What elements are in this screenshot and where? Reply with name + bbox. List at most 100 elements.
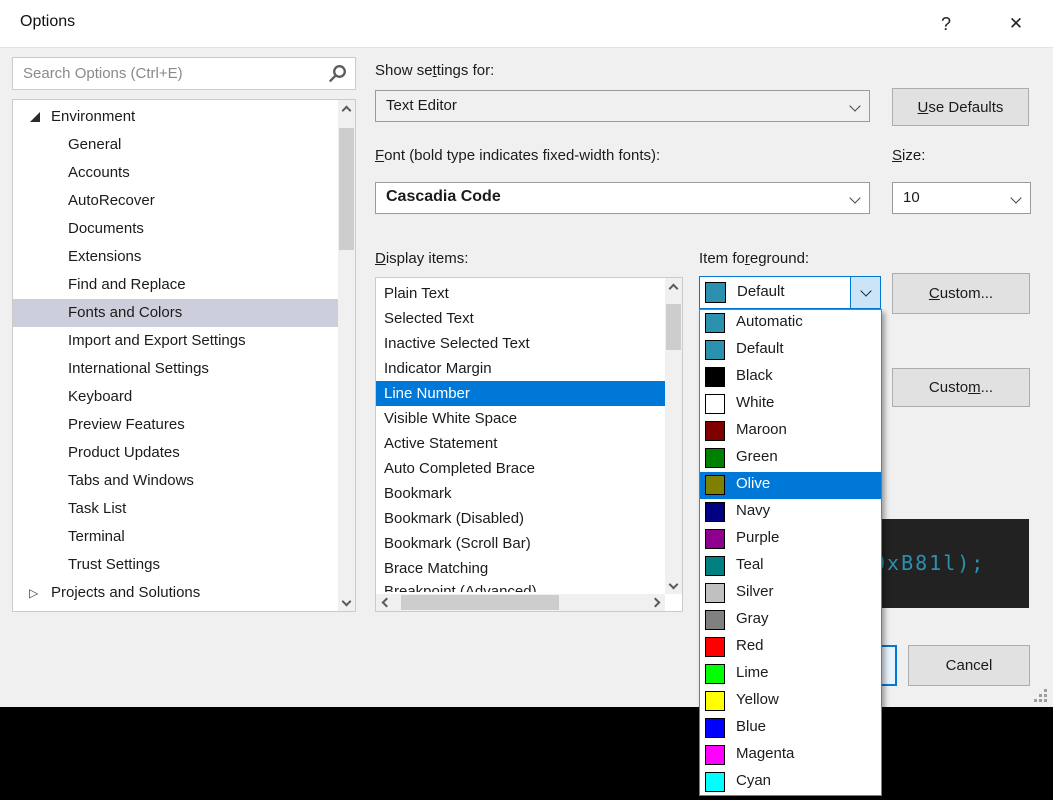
- display-item[interactable]: Bookmark (Scroll Bar): [376, 531, 665, 556]
- scroll-left-icon[interactable]: [376, 594, 393, 611]
- scroll-up-icon[interactable]: [338, 100, 355, 117]
- tree-item[interactable]: Import and Export Settings: [13, 327, 338, 355]
- tree-vertical-scrollbar[interactable]: [338, 100, 355, 611]
- tree-item[interactable]: Environment: [13, 103, 338, 131]
- show-settings-combobox[interactable]: Text Editor: [375, 90, 870, 122]
- color-option[interactable]: Blue: [700, 715, 881, 742]
- color-option[interactable]: Default: [700, 337, 881, 364]
- color-swatch: [705, 313, 725, 333]
- font-combobox[interactable]: Cascadia Code: [375, 182, 870, 214]
- resize-grip-icon[interactable]: [1044, 699, 1047, 702]
- display-item[interactable]: Line Number: [376, 381, 665, 406]
- tree-item[interactable]: Accounts: [13, 159, 338, 187]
- show-settings-label: Show settings for:: [375, 62, 494, 79]
- tree-item[interactable]: Find and Replace: [13, 271, 338, 299]
- color-option-label: Silver: [736, 583, 774, 600]
- display-item[interactable]: Brace Matching: [376, 556, 665, 581]
- scrollbar-thumb[interactable]: [666, 304, 681, 350]
- tree-item[interactable]: Task List: [13, 495, 338, 523]
- color-swatch: [705, 583, 725, 603]
- tree-item[interactable]: International Settings: [13, 355, 338, 383]
- tree-item[interactable]: Keyboard: [13, 383, 338, 411]
- scroll-down-icon[interactable]: [338, 594, 355, 611]
- tree-item[interactable]: Preview Features: [13, 411, 338, 439]
- tree-item[interactable]: AutoRecover: [13, 187, 338, 215]
- color-option[interactable]: Automatic: [700, 310, 881, 337]
- color-option[interactable]: Maroon: [700, 418, 881, 445]
- color-swatch: [705, 745, 725, 765]
- display-item[interactable]: Plain Text: [376, 281, 665, 306]
- display-item[interactable]: Bookmark: [376, 481, 665, 506]
- color-option[interactable]: Red: [700, 634, 881, 661]
- display-item[interactable]: Selected Text: [376, 306, 665, 331]
- item-foreground-combobox[interactable]: Default: [699, 276, 881, 309]
- display-item-clipped[interactable]: Breakpoint (Advanced): [376, 581, 665, 592]
- display-item[interactable]: Inactive Selected Text: [376, 331, 665, 356]
- close-button[interactable]: ✕: [1001, 10, 1031, 38]
- custom-background-label: Custom...: [929, 379, 993, 396]
- tree-item[interactable]: Extensions: [13, 243, 338, 271]
- color-option-label: Purple: [736, 529, 779, 546]
- color-option[interactable]: Teal: [700, 553, 881, 580]
- title-bar: Options ? ✕: [0, 0, 1053, 48]
- display-item[interactable]: Bookmark (Disabled): [376, 506, 665, 531]
- size-combobox[interactable]: 10: [892, 182, 1031, 214]
- tree-item-label: Tabs and Windows: [68, 467, 194, 495]
- display-item[interactable]: Active Statement: [376, 431, 665, 456]
- color-option[interactable]: Yellow: [700, 688, 881, 715]
- display-item[interactable]: Indicator Margin: [376, 356, 665, 381]
- color-option[interactable]: Olive: [700, 472, 881, 499]
- color-swatch: [705, 394, 725, 414]
- expanded-arrow-icon[interactable]: [30, 112, 40, 122]
- tree-item[interactable]: Tabs and Windows: [13, 467, 338, 495]
- tree-item[interactable]: Terminal: [13, 523, 338, 551]
- color-option[interactable]: Gray: [700, 607, 881, 634]
- tree-item[interactable]: Documents: [13, 215, 338, 243]
- display-items-vertical-scrollbar[interactable]: [665, 278, 682, 594]
- tree-item-label: Environment: [51, 103, 135, 131]
- color-option[interactable]: Green: [700, 445, 881, 472]
- display-item[interactable]: Visible White Space: [376, 406, 665, 431]
- color-option[interactable]: Lime: [700, 661, 881, 688]
- color-option[interactable]: Cyan: [700, 769, 881, 796]
- tree-item[interactable]: Trust Settings: [13, 551, 338, 579]
- custom-foreground-button[interactable]: Custom...: [892, 273, 1030, 314]
- color-option-label: Magenta: [736, 745, 794, 762]
- display-item[interactable]: Auto Completed Brace: [376, 456, 665, 481]
- search-input[interactable]: [13, 58, 323, 89]
- scroll-up-icon[interactable]: [665, 278, 682, 295]
- tree-item-label: Projects and Solutions: [51, 579, 200, 607]
- color-option[interactable]: Navy: [700, 499, 881, 526]
- color-option[interactable]: Black: [700, 364, 881, 391]
- color-option-label: Blue: [736, 718, 766, 735]
- color-option[interactable]: Purple: [700, 526, 881, 553]
- tree-item[interactable]: General: [13, 131, 338, 159]
- scroll-down-icon[interactable]: [665, 577, 682, 594]
- collapsed-arrow-icon[interactable]: ▷: [29, 579, 38, 607]
- color-option-label: Gray: [736, 610, 769, 627]
- options-dialog: Options ? ✕ EnvironmentGeneralAccountsAu…: [0, 0, 1053, 707]
- tree-item-label: General: [68, 131, 121, 159]
- search-box: [12, 57, 356, 90]
- tree-item-label: Find and Replace: [68, 271, 186, 299]
- tree-item[interactable]: Fonts and Colors: [13, 299, 338, 327]
- color-option[interactable]: Magenta: [700, 742, 881, 769]
- chevron-down-icon: [849, 192, 860, 203]
- display-items-horizontal-scrollbar[interactable]: [376, 594, 665, 611]
- use-defaults-button[interactable]: Use Defaults: [892, 88, 1029, 126]
- color-swatch: [705, 529, 725, 549]
- scrollbar-thumb[interactable]: [339, 128, 354, 250]
- help-button[interactable]: ?: [931, 10, 961, 38]
- scrollbar-thumb[interactable]: [401, 595, 559, 610]
- tree-rows: EnvironmentGeneralAccountsAutoRecoverDoc…: [13, 103, 338, 607]
- color-swatch: [705, 448, 725, 468]
- color-option[interactable]: Silver: [700, 580, 881, 607]
- dropdown-button[interactable]: [850, 277, 880, 308]
- color-swatch: [705, 421, 725, 441]
- tree-item[interactable]: Product Updates: [13, 439, 338, 467]
- scroll-right-icon[interactable]: [648, 594, 665, 611]
- cancel-button[interactable]: Cancel: [908, 645, 1030, 686]
- tree-item[interactable]: ▷ Projects and Solutions: [13, 579, 338, 607]
- custom-background-button[interactable]: Custom...: [892, 368, 1030, 407]
- color-option[interactable]: White: [700, 391, 881, 418]
